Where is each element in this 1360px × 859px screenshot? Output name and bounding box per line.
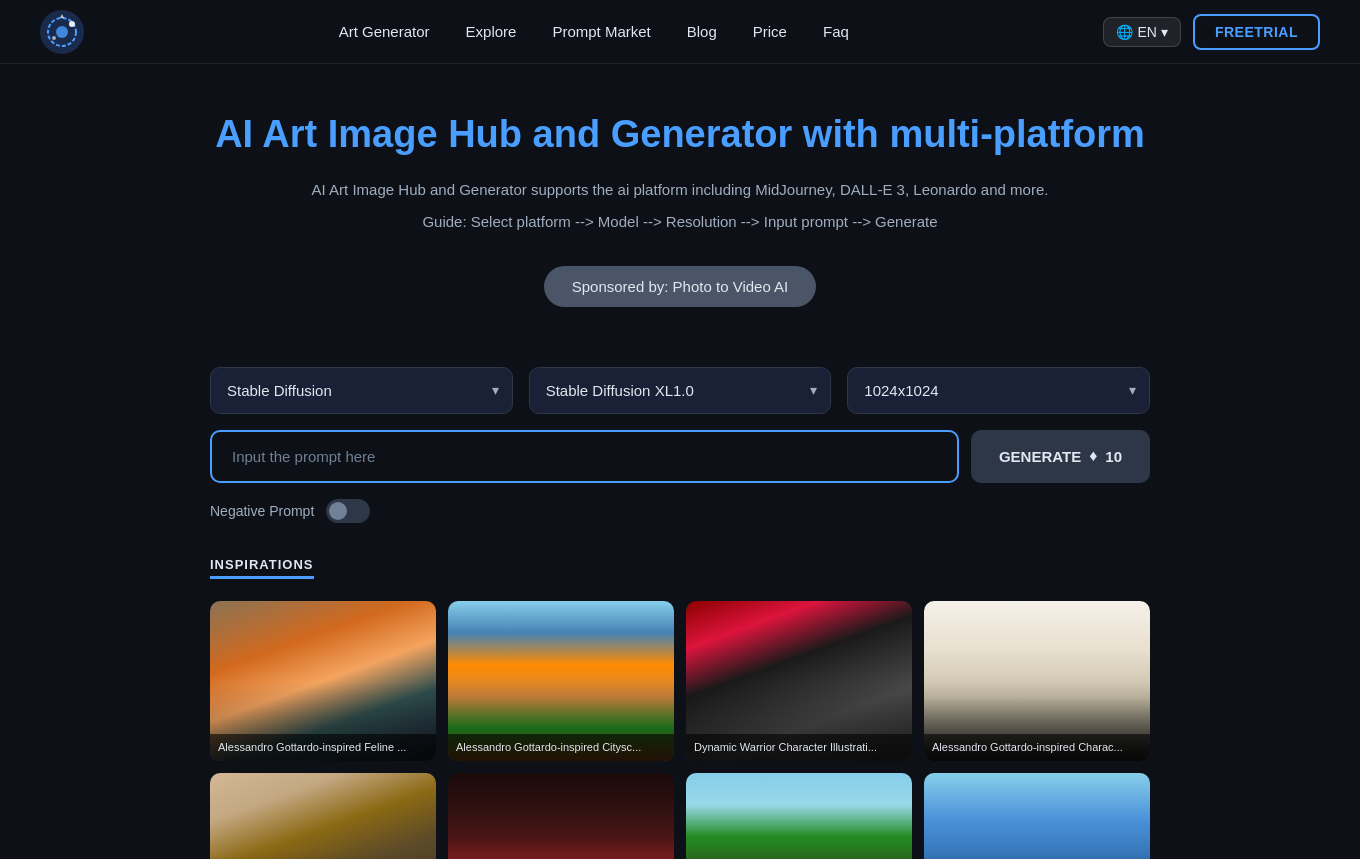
gallery-caption-3: Dynamic Warrior Character Illustrati... (686, 734, 912, 760)
nav-links: Art Generator Explore Prompt Market Blog… (339, 23, 849, 41)
nav-prompt-market[interactable]: Prompt Market (552, 23, 650, 40)
svg-point-2 (56, 26, 68, 38)
nav-price[interactable]: Price (753, 23, 787, 40)
globe-icon: 🌐 (1116, 24, 1133, 40)
platform-select-wrapper: Stable Diffusion MidJourney DALL-E 3 Leo… (210, 367, 513, 414)
nav-art-generator[interactable]: Art Generator (339, 23, 430, 40)
negative-prompt-label: Negative Prompt (210, 503, 314, 519)
selects-row: Stable Diffusion MidJourney DALL-E 3 Leo… (190, 367, 1170, 414)
gallery-item-5[interactable] (210, 773, 436, 859)
navigation: Art Generator Explore Prompt Market Blog… (0, 0, 1360, 64)
lang-label: EN (1137, 24, 1156, 40)
gallery-item-3[interactable]: Dynamic Warrior Character Illustrati... (686, 601, 912, 761)
model-select[interactable]: Stable Diffusion XL1.0 Stable Diffusion … (529, 367, 832, 414)
platform-select[interactable]: Stable Diffusion MidJourney DALL-E 3 Leo… (210, 367, 513, 414)
negative-prompt-row: Negative Prompt (190, 499, 1170, 523)
nav-right: 🌐 EN ▾ FREETRIAL (1103, 14, 1320, 50)
resolution-select[interactable]: 1024x1024 512x512 768x768 1024x768 (847, 367, 1150, 414)
prompt-row: GENERATE ♦ 10 (190, 430, 1170, 483)
gallery-caption-4: Alessandro Gottardo-inspired Charac... (924, 734, 1150, 760)
chevron-down-icon: ▾ (1161, 24, 1168, 40)
gallery-grid: Alessandro Gottardo-inspired Feline ... … (210, 601, 1150, 859)
hero-section: AI Art Image Hub and Generator with mult… (0, 64, 1360, 367)
gallery-item-7[interactable] (686, 773, 912, 859)
sponsored-button[interactable]: Sponsored by: Photo to Video AI (544, 266, 817, 307)
credits-count: 10 (1105, 448, 1122, 465)
resolution-select-wrapper: 1024x1024 512x512 768x768 1024x768 ▾ (847, 367, 1150, 414)
gallery-item-1[interactable]: Alessandro Gottardo-inspired Feline ... (210, 601, 436, 761)
inspirations-title: INSPIRATIONS (210, 557, 314, 579)
generate-label: GENERATE (999, 448, 1081, 465)
inspirations-section: INSPIRATIONS Alessandro Gottardo-inspire… (190, 555, 1170, 859)
language-button[interactable]: 🌐 EN ▾ (1103, 17, 1180, 47)
gallery-caption-2: Alessandro Gottardo-inspired Citysc... (448, 734, 674, 760)
nav-explore[interactable]: Explore (466, 23, 517, 40)
logo-icon (40, 10, 84, 54)
svg-point-3 (69, 21, 75, 27)
gallery-item-4[interactable]: Alessandro Gottardo-inspired Charac... (924, 601, 1150, 761)
hero-guide: Guide: Select platform --> Model --> Res… (20, 210, 1340, 234)
free-trial-button[interactable]: FREETRIAL (1193, 14, 1320, 50)
hero-subtitle: AI Art Image Hub and Generator supports … (20, 178, 1340, 202)
gallery-item-2[interactable]: Alessandro Gottardo-inspired Citysc... (448, 601, 674, 761)
svg-point-4 (52, 36, 56, 40)
prompt-input[interactable] (210, 430, 959, 483)
toggle-slider (326, 499, 370, 523)
gallery-caption-1: Alessandro Gottardo-inspired Feline ... (210, 734, 436, 760)
gallery-item-8[interactable] (924, 773, 1150, 859)
model-select-wrapper: Stable Diffusion XL1.0 Stable Diffusion … (529, 367, 832, 414)
nav-faq[interactable]: Faq (823, 23, 849, 40)
negative-prompt-toggle[interactable] (326, 499, 370, 523)
hero-title: AI Art Image Hub and Generator with mult… (20, 112, 1340, 158)
generate-button[interactable]: GENERATE ♦ 10 (971, 430, 1150, 483)
gem-icon: ♦ (1089, 447, 1097, 465)
gallery-item-6[interactable] (448, 773, 674, 859)
nav-blog[interactable]: Blog (687, 23, 717, 40)
logo[interactable] (40, 10, 84, 54)
